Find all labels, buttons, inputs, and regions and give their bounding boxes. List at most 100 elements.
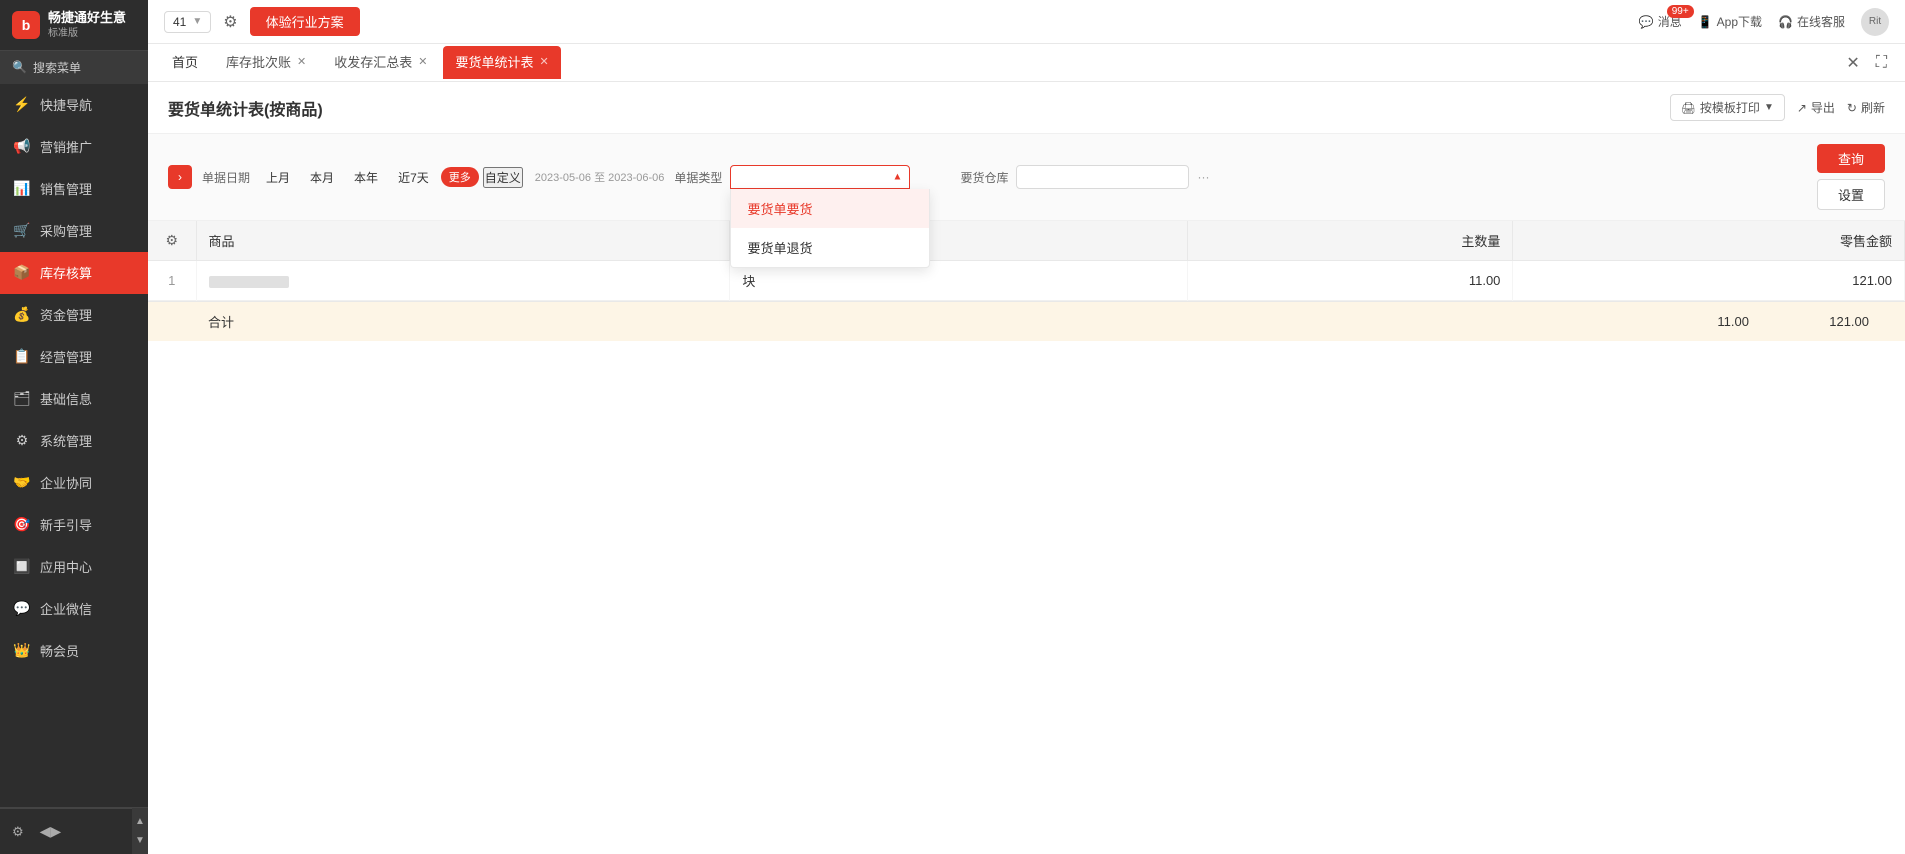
- sidebar-scroll: ▲ ▼: [132, 808, 148, 854]
- sidebar-label-basics: 基础信息: [40, 389, 136, 408]
- search-menu[interactable]: 🔍 搜索菜单: [0, 51, 148, 84]
- date-shortcuts: 上月 本月 本年 近7天 更多 自定义: [258, 166, 523, 189]
- sidebar-item-marketing[interactable]: 📢 营销推广: [0, 126, 148, 168]
- date-range-display: 2023-05-06 至 2023-06-06: [535, 169, 665, 185]
- sidebar-label-guide: 新手引导: [40, 515, 136, 534]
- company-selector[interactable]: 41 ▼: [164, 11, 211, 33]
- service-btn[interactable]: 🎧 在线客服: [1778, 13, 1845, 30]
- sidebar-label-wechat: 企业微信: [40, 599, 136, 618]
- tab-batch-account[interactable]: 库存批次账 ✕: [214, 46, 318, 79]
- notice-icon: 💬: [1639, 15, 1654, 29]
- sidebar-label-enterprise: 企业协同: [40, 473, 136, 492]
- system-icon: ⚙: [12, 431, 32, 451]
- tab-close-batch[interactable]: ✕: [297, 55, 306, 68]
- app-name: 畅捷通好生意: [48, 10, 126, 27]
- type-filter-input[interactable]: [730, 165, 910, 189]
- date-btn-this-month[interactable]: 本月: [302, 166, 342, 189]
- cell-product: [196, 261, 730, 301]
- date-btn-more[interactable]: 更多: [441, 167, 479, 187]
- app-label: App下载: [1717, 13, 1762, 30]
- tab-home[interactable]: 首页: [160, 46, 210, 79]
- sidebar-label-quick-nav: 快捷导航: [40, 95, 136, 114]
- total-quantity: 11.00: [1593, 314, 1773, 329]
- th-quantity: 主数量: [1187, 221, 1512, 261]
- date-filter-group: 单据日期 上月 本月 本年 近7天 更多 自定义 2023-05-06 至 20…: [202, 166, 664, 189]
- dropdown-item-return[interactable]: 要货单退货: [731, 228, 929, 267]
- sidebar-item-guide[interactable]: 🎯 新手引导: [0, 504, 148, 546]
- total-row: 合计 11.00 121.00: [148, 301, 1905, 341]
- tab-close-receive[interactable]: ✕: [418, 55, 427, 68]
- scroll-down-icon[interactable]: ▼: [131, 831, 149, 850]
- filter-expand-btn[interactable]: ›: [168, 165, 192, 189]
- warehouse-filter-input[interactable]: [1016, 165, 1189, 189]
- sidebar-item-members[interactable]: 👑 畅会员: [0, 630, 148, 672]
- export-btn[interactable]: ↗ 导出: [1797, 99, 1835, 116]
- user-avatar[interactable]: Rit: [1861, 8, 1889, 36]
- app-download-btn[interactable]: 📱 App下载: [1698, 13, 1762, 30]
- headset-icon: 🎧: [1778, 15, 1793, 29]
- wechat-icon: 💬: [12, 599, 32, 619]
- finance-icon: 💰: [12, 305, 32, 325]
- date-btn-last-month[interactable]: 上月: [258, 166, 298, 189]
- sidebar-item-inventory[interactable]: 📦 库存核算: [0, 252, 148, 294]
- tab-close-order[interactable]: ✕: [540, 55, 549, 68]
- print-btn[interactable]: 🖨 按模板打印 ▼: [1670, 94, 1785, 121]
- filter-actions: 查询 设置: [1817, 144, 1885, 210]
- date-btn-last-7days[interactable]: 近7天: [390, 166, 437, 189]
- logo-icon: b: [12, 11, 40, 39]
- cell-index: 1: [148, 261, 196, 301]
- notice-btn[interactable]: 💬 消息 99+: [1639, 13, 1682, 30]
- cell-amount: 121.00: [1513, 261, 1905, 301]
- date-btn-custom[interactable]: 自定义: [483, 167, 523, 188]
- sidebar-item-quick-nav[interactable]: ⚡ 快捷导航: [0, 84, 148, 126]
- search-menu-label: 搜索菜单: [33, 59, 81, 76]
- settings-icon[interactable]: ⚙: [12, 824, 24, 840]
- total-label: 合计: [208, 312, 408, 331]
- sidebar-label-inventory: 库存核算: [40, 263, 136, 282]
- search-icon: 🔍: [12, 60, 27, 74]
- sidebar-label-operation: 经营管理: [40, 347, 136, 366]
- sales-icon: 📊: [12, 179, 32, 199]
- filter-settings-btn[interactable]: 设置: [1817, 179, 1885, 210]
- sidebar-nav: ⚡ 快捷导航 📢 营销推广 📊 销售管理 🛒 采购管理 📦 库存核算 💰 资金管…: [0, 84, 148, 807]
- type-dropdown: 要货单要货 要货单退货: [730, 189, 930, 268]
- sidebar-label-system: 系统管理: [40, 431, 136, 450]
- table-settings-gear-icon[interactable]: ⚙: [165, 232, 178, 248]
- trial-btn[interactable]: 体验行业方案: [250, 7, 360, 36]
- sidebar-item-appstore[interactable]: 🔲 应用中心: [0, 546, 148, 588]
- inventory-icon: 📦: [12, 263, 32, 283]
- operation-icon: 📋: [12, 347, 32, 367]
- refresh-btn[interactable]: ↻ 刷新: [1847, 99, 1885, 116]
- refresh-icon: ↻: [1847, 101, 1857, 115]
- appstore-icon: 🔲: [12, 557, 32, 577]
- guide-icon: 🎯: [12, 515, 32, 535]
- sidebar-item-wechat[interactable]: 💬 企业微信: [0, 588, 148, 630]
- tab-receive-summary[interactable]: 收发存汇总表 ✕: [322, 46, 439, 79]
- filter-bar: › 单据日期 上月 本月 本年 近7天 更多 自定义 2023-05-06 至 …: [148, 134, 1905, 221]
- sidebar-item-operation[interactable]: 📋 经营管理: [0, 336, 148, 378]
- sidebar-label-appstore: 应用中心: [40, 557, 136, 576]
- settings-gear-icon[interactable]: ⚙: [219, 8, 241, 36]
- notice-badge: 99+: [1667, 5, 1694, 18]
- sidebar-item-purchase[interactable]: 🛒 采购管理: [0, 210, 148, 252]
- collapse-icon[interactable]: ◀▶: [40, 823, 62, 840]
- sidebar-item-basics[interactable]: 🗂 基础信息: [0, 378, 148, 420]
- query-btn[interactable]: 查询: [1817, 144, 1885, 173]
- type-filter-group: 单据类型 ▲ 要货单要货 要货单退货: [674, 165, 910, 189]
- page-title: 要货单统计表(按商品): [168, 96, 323, 120]
- warehouse-more-icon[interactable]: ···: [1197, 170, 1209, 184]
- table-row: 1 块 11.00 121.00: [148, 261, 1905, 301]
- sidebar-item-enterprise[interactable]: 🤝 企业协同: [0, 462, 148, 504]
- tab-close-all-icon[interactable]: ✕: [1840, 51, 1865, 75]
- sidebar-item-system[interactable]: ⚙ 系统管理: [0, 420, 148, 462]
- sidebar-label-finance: 资金管理: [40, 305, 136, 324]
- sidebar-label-members: 畅会员: [40, 641, 136, 660]
- sidebar-item-finance[interactable]: 💰 资金管理: [0, 294, 148, 336]
- tab-order-summary[interactable]: 要货单统计表 ✕: [443, 46, 560, 79]
- sidebar-label-purchase: 采购管理: [40, 221, 136, 240]
- sidebar-item-sales[interactable]: 📊 销售管理: [0, 168, 148, 210]
- scroll-up-icon[interactable]: ▲: [131, 812, 149, 831]
- dropdown-item-requisition[interactable]: 要货单要货: [731, 189, 929, 228]
- date-btn-this-year[interactable]: 本年: [346, 166, 386, 189]
- tab-expand-icon[interactable]: ⛶: [1870, 52, 1893, 74]
